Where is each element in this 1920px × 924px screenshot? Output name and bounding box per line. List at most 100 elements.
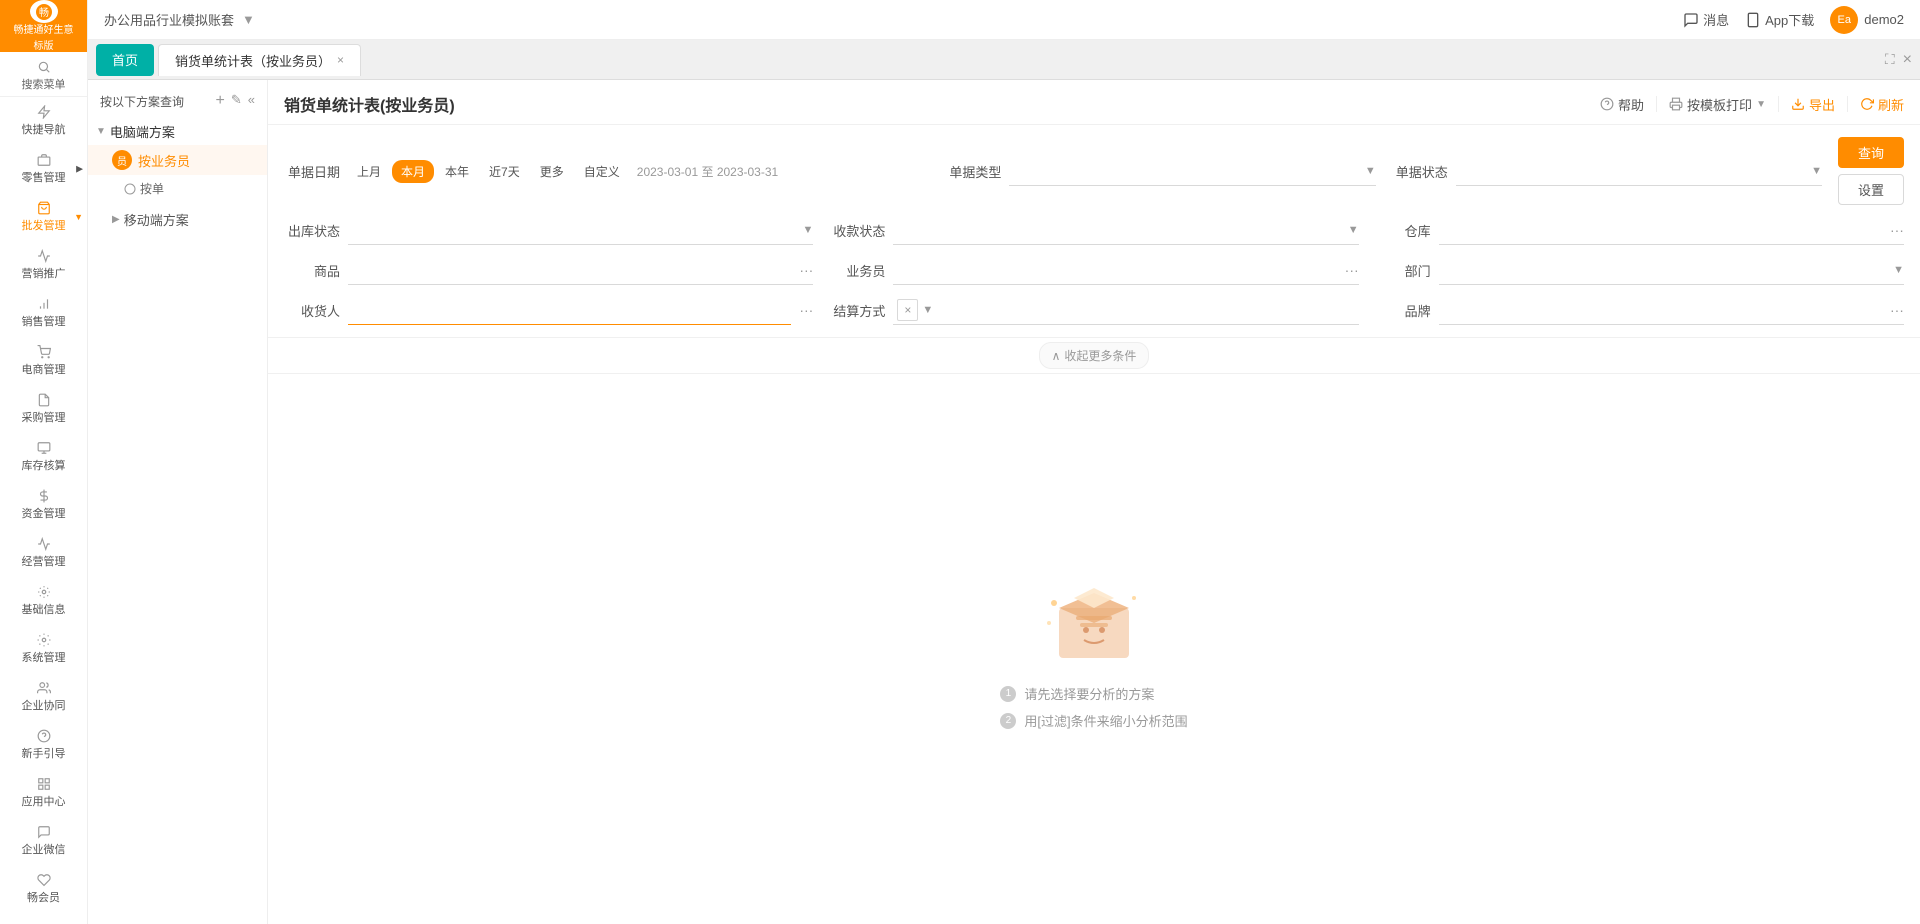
dropdown-icon[interactable]: ▼ <box>242 12 255 27</box>
filter-brand: 品牌 ··· <box>1375 295 1904 325</box>
print-label: 按模板打印 <box>1687 95 1752 114</box>
refresh-btn[interactable]: 刷新 <box>1860 95 1904 114</box>
doc-type-select[interactable]: ▼ <box>1009 156 1375 186</box>
empty-tips: 1 请先选择要分析的方案 2 用[过滤]条件来缩小分析范围 <box>1000 684 1187 730</box>
export-btn[interactable]: 导出 <box>1791 95 1835 114</box>
salesperson-dots[interactable]: ··· <box>1345 262 1359 278</box>
sidebar-item-operations[interactable]: 经营管理 <box>0 529 87 577</box>
sidebar-item-retail-label: 零售管理 <box>22 169 66 185</box>
sidebar-item-finance[interactable]: 资金管理 <box>0 481 87 529</box>
warehouse-select[interactable]: ··· <box>1439 215 1904 245</box>
mobile-arrow-icon: ▶ <box>112 214 120 225</box>
sidebar-item-ecommerce-label: 电商管理 <box>22 361 66 377</box>
settlement-arrow: ▼ <box>922 304 933 316</box>
collapse-bar: ∧ 收起更多条件 <box>268 338 1920 374</box>
tab-close-window-icon[interactable]: × <box>1903 51 1912 69</box>
desktop-group-title[interactable]: ▼ 电脑端方案 <box>88 118 267 145</box>
sidebar-item-cooperation[interactable]: 企业协同 <box>0 673 87 721</box>
tree-sub-item-by-doc[interactable]: 按单 <box>88 175 267 202</box>
search-menu[interactable]: 搜索菜单 <box>0 52 87 97</box>
mobile-group-title[interactable]: ▶ 移动端方案 <box>88 206 267 233</box>
brand-dots[interactable]: ··· <box>1890 302 1904 318</box>
doc-type-arrow: ▼ <box>1365 165 1376 177</box>
receiver-dots[interactable]: ··· <box>799 302 813 318</box>
help-label: 帮助 <box>1618 95 1644 114</box>
settings-btn[interactable]: 设置 <box>1838 174 1904 205</box>
filter-payment-status: 收款状态 ▼ <box>829 215 1358 245</box>
date-tab-this-month[interactable]: 本月 <box>392 160 434 183</box>
help-btn[interactable]: 帮助 <box>1600 95 1644 114</box>
sidebar-item-purchase[interactable]: 采购管理 <box>0 385 87 433</box>
user-avatar: Ea <box>1830 6 1858 34</box>
date-tab-this-year[interactable]: 本年 <box>436 160 478 183</box>
sidebar-item-member[interactable]: 畅会员 <box>0 865 87 913</box>
sidebar-item-sales[interactable]: 销售管理 <box>0 289 87 337</box>
print-dropdown-icon[interactable]: ▼ <box>1756 99 1766 110</box>
page-actions: 帮助 按模板打印 ▼ 导出 <box>1600 95 1904 114</box>
edit-scheme-btn[interactable]: ✎ <box>231 92 242 110</box>
action-buttons: 查询 设置 <box>1838 137 1904 205</box>
tab-home-label: 首页 <box>112 50 138 69</box>
filter-settlement: 结算方式 × ▼ <box>829 295 1358 325</box>
sidebar-item-system[interactable]: 系统管理 <box>0 625 87 673</box>
date-tab-custom[interactable]: 自定义 <box>575 160 629 183</box>
goods-select[interactable]: ··· <box>348 255 813 285</box>
wholesale-arrow: ▼ <box>74 212 83 222</box>
user-area[interactable]: Ea demo2 <box>1830 6 1904 34</box>
doc-status-select[interactable]: ▼ <box>1456 156 1822 186</box>
page-title: 销货单统计表(按业务员) <box>284 92 455 116</box>
desktop-group: ▼ 电脑端方案 员 按业务员 按单 <box>88 118 267 206</box>
sidebar-item-basic[interactable]: 基础信息 <box>0 577 87 625</box>
settlement-tag-close[interactable]: × <box>904 303 911 317</box>
collapse-btn[interactable]: ∧ 收起更多条件 <box>1039 342 1150 369</box>
sidebar-item-inventory[interactable]: 库存核算 <box>0 433 87 481</box>
sidebar-item-wechat-label: 企业微信 <box>22 841 66 857</box>
goods-label: 商品 <box>284 261 340 280</box>
tab-home[interactable]: 首页 <box>96 44 154 76</box>
logo-subtitle: 标版 <box>34 37 54 52</box>
main-content: 办公用品行业模拟账套 ▼ 消息 App下载 Ea demo2 首页 <box>88 0 1920 924</box>
sidebar-item-guide-label: 新手引导 <box>22 745 66 761</box>
sidebar-quick-nav[interactable]: 快捷导航 <box>0 97 87 145</box>
settlement-label: 结算方式 <box>829 301 885 320</box>
tree-item-by-salesperson[interactable]: 员 按业务员 <box>88 145 267 175</box>
collapse-panel-btn[interactable]: « <box>248 92 255 110</box>
add-scheme-btn[interactable]: + <box>216 92 225 110</box>
tip-text-2: 用[过滤]条件来缩小分析范围 <box>1024 711 1187 730</box>
filter-salesperson: 业务员 ··· <box>829 255 1358 285</box>
sidebar-item-apps-label: 应用中心 <box>22 793 66 809</box>
desktop-group-label: 电脑端方案 <box>110 122 175 141</box>
warehouse-dots[interactable]: ··· <box>1890 222 1904 238</box>
tab-maximize-icon[interactable]: ⛶ <box>1885 51 1895 68</box>
sidebar-item-wholesale[interactable]: 批发管理 ▼ <box>0 193 87 241</box>
message-btn[interactable]: 消息 <box>1683 10 1729 29</box>
goods-dots[interactable]: ··· <box>799 262 813 278</box>
refresh-label: 刷新 <box>1878 95 1904 114</box>
date-tab-7days[interactable]: 近7天 <box>480 160 529 183</box>
logo-text: 畅捷通好生意 <box>14 25 74 37</box>
receiver-input[interactable] <box>348 295 791 325</box>
query-btn[interactable]: 查询 <box>1838 137 1904 168</box>
sidebar-item-guide[interactable]: 新手引导 <box>0 721 87 769</box>
tab-report[interactable]: 销货单统计表（按业务员） × <box>158 44 361 76</box>
tab-close-icon[interactable]: × <box>337 53 344 67</box>
app-download-btn[interactable]: App下载 <box>1745 10 1814 29</box>
payment-status-select[interactable]: ▼ <box>893 215 1358 245</box>
dept-select[interactable]: ▼ <box>1439 255 1904 285</box>
sidebar-item-marketing[interactable]: 营销推广 <box>0 241 87 289</box>
date-tab-more[interactable]: 更多 <box>531 160 573 183</box>
date-tab-last-month[interactable]: 上月 <box>348 160 390 183</box>
sidebar-item-apps[interactable]: 应用中心 <box>0 769 87 817</box>
sidebar-item-ecommerce[interactable]: 电商管理 <box>0 337 87 385</box>
retail-arrow: ▶ <box>76 164 83 175</box>
brand-select[interactable]: ··· <box>1439 295 1904 325</box>
filter-receiver: 收货人 ··· <box>284 295 813 325</box>
dept-arrow: ▼ <box>1893 264 1904 276</box>
sidebar-item-retail[interactable]: 零售管理 ▶ <box>0 145 87 193</box>
sidebar-item-finance-label: 资金管理 <box>22 505 66 521</box>
salesperson-label: 业务员 <box>829 261 885 280</box>
print-btn[interactable]: 按模板打印 ▼ <box>1669 95 1766 114</box>
out-status-select[interactable]: ▼ <box>348 215 813 245</box>
sidebar-item-wechat[interactable]: 企业微信 <box>0 817 87 865</box>
salesperson-select[interactable]: ··· <box>893 255 1358 285</box>
